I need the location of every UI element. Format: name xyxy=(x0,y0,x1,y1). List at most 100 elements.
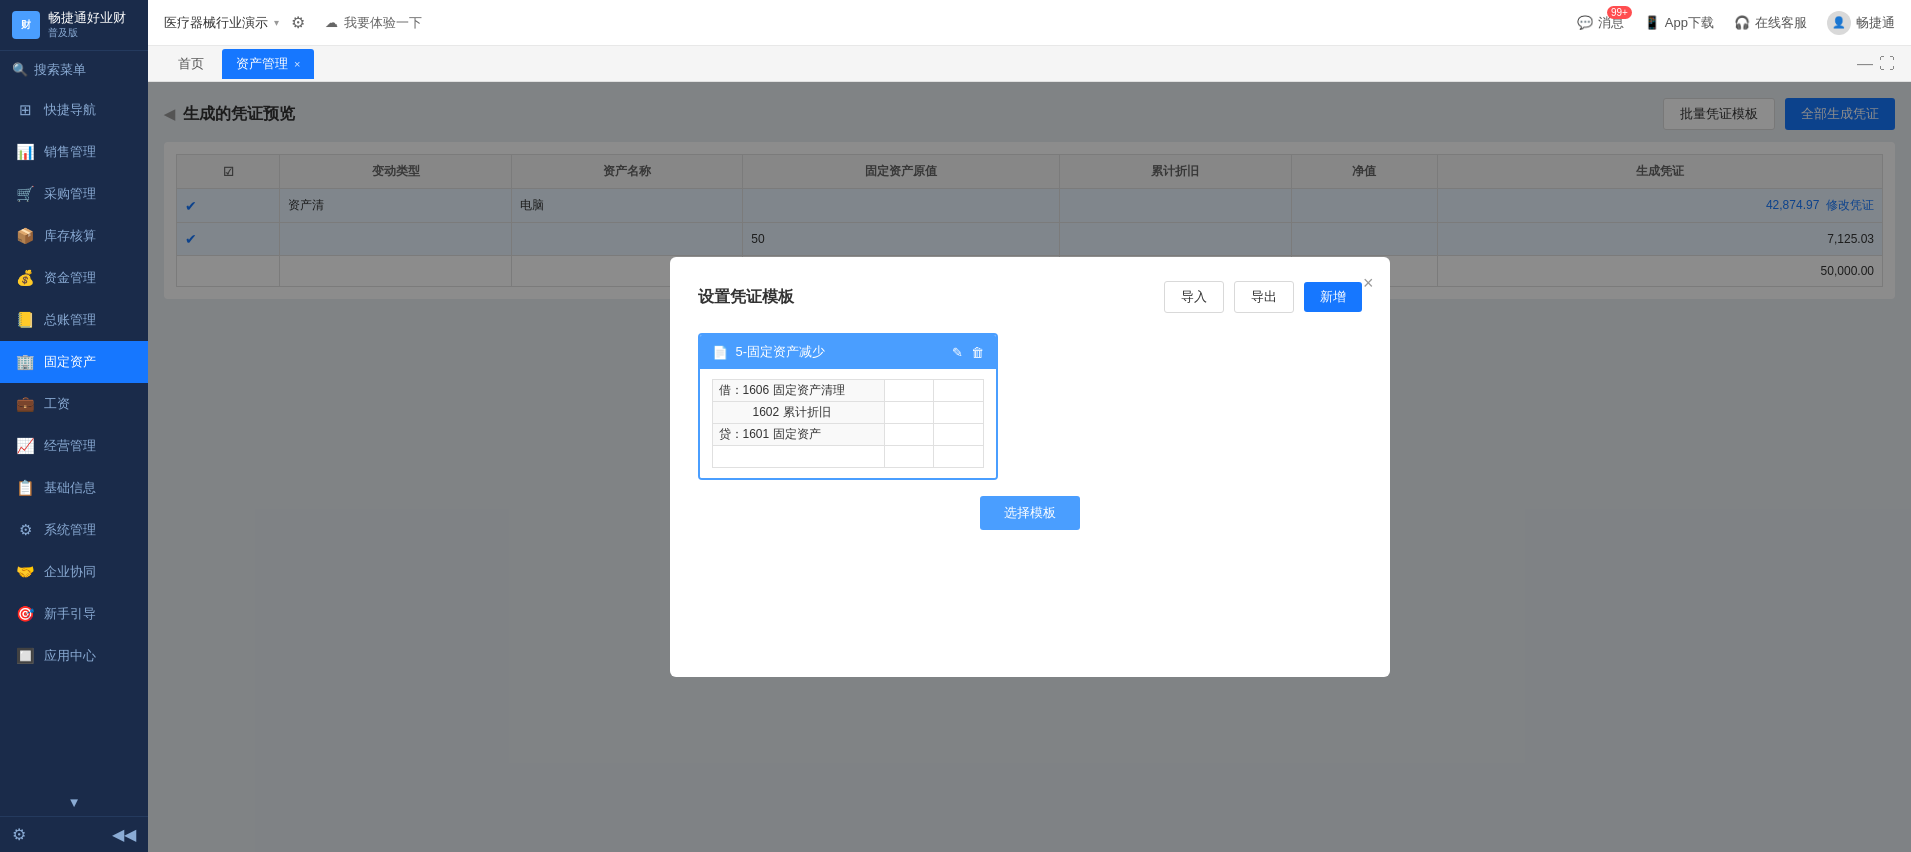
template-row: 借：1606 固定资产清理 xyxy=(712,380,983,402)
sidebar-collapse-btn[interactable]: ◀◀ xyxy=(112,825,136,844)
delete-icon[interactable]: 🗑 xyxy=(971,345,984,360)
sub-debit-label: 1602 累计折旧 xyxy=(712,402,884,424)
minimize-icon[interactable]: — xyxy=(1857,55,1873,73)
modal-export-btn[interactable]: 导出 xyxy=(1234,281,1294,313)
template-card: 📄 5-固定资产减少 ✎ 🗑 xyxy=(698,333,998,480)
headset-icon: 🎧 xyxy=(1734,15,1750,30)
template-header-left: 📄 5-固定资产减少 xyxy=(712,343,826,361)
tab-bar: 首页 资产管理 × — ⛶ xyxy=(148,46,1911,82)
payroll-icon: 💼 xyxy=(16,395,34,413)
sidebar-nav: ⊞ 快捷导航 📊 销售管理 🛒 采购管理 📦 库存核算 💰 资金管理 📒 总账管… xyxy=(0,89,148,789)
sidebar-item-purchase[interactable]: 🛒 采购管理 xyxy=(0,173,148,215)
user-btn[interactable]: 👤 畅捷通 xyxy=(1827,11,1895,35)
finance-icon: 💰 xyxy=(16,269,34,287)
empty-cell-1 xyxy=(712,446,884,468)
sidebar-item-inventory[interactable]: 📦 库存核算 xyxy=(0,215,148,257)
company-selector[interactable]: 医疗器械行业演示 ▾ xyxy=(164,14,279,32)
app-center-icon: 🔲 xyxy=(16,647,34,665)
debit-amount-2 xyxy=(934,380,984,402)
tab-asset-management[interactable]: 资产管理 × xyxy=(222,49,314,79)
company-name: 医疗器械行业演示 xyxy=(164,14,268,32)
template-card-body: 借：1606 固定资产清理 1602 累计折旧 xyxy=(700,369,996,478)
ledger-icon: 📒 xyxy=(16,311,34,329)
template-header-actions: ✎ 🗑 xyxy=(952,345,984,360)
sidebar-item-basic-info[interactable]: 📋 基础信息 xyxy=(0,467,148,509)
cooperation-icon: 🤝 xyxy=(16,563,34,581)
logo-icon: 财 xyxy=(12,11,40,39)
modal-header-buttons: 导入 导出 新增 xyxy=(1164,281,1362,313)
messages-badge: 99+ xyxy=(1607,6,1632,19)
search-icon: 🔍 xyxy=(12,62,28,77)
sidebar-item-fixed-assets[interactable]: 🏢 固定资产 xyxy=(0,341,148,383)
sub-debit-amount-1 xyxy=(884,402,933,424)
tab-close-icon[interactable]: × xyxy=(294,58,300,70)
sidebar-search[interactable]: 🔍 搜索菜单 xyxy=(0,51,148,89)
empty-cell-2 xyxy=(884,446,933,468)
sidebar-item-guide[interactable]: 🎯 新手引导 xyxy=(0,593,148,635)
template-row-empty xyxy=(712,446,983,468)
quick-nav-icon: ⊞ xyxy=(16,101,34,119)
tab-expand-btns: — ⛶ xyxy=(1857,55,1895,73)
debit-label: 借：1606 固定资产清理 xyxy=(712,380,884,402)
sidebar-item-sales[interactable]: 📊 销售管理 xyxy=(0,131,148,173)
system-icon: ⚙ xyxy=(16,521,34,539)
sidebar-item-quick-nav[interactable]: ⊞ 快捷导航 xyxy=(0,89,148,131)
guide-icon: 🎯 xyxy=(16,605,34,623)
template-row: 贷：1601 固定资产 xyxy=(712,424,983,446)
main-area: 医疗器械行业演示 ▾ ⚙ ☁ 我要体验一下 💬 消息 99+ 📱 App下载 🎧… xyxy=(148,0,1911,852)
messages-btn[interactable]: 💬 消息 99+ xyxy=(1577,14,1624,32)
select-template-btn[interactable]: 选择模板 xyxy=(980,496,1080,530)
template-table: 借：1606 固定资产清理 1602 累计折旧 xyxy=(712,379,984,468)
sidebar-bottom: ⚙ ◀◀ xyxy=(0,816,148,852)
sidebar-item-payroll[interactable]: 💼 工资 xyxy=(0,383,148,425)
operations-icon: 📈 xyxy=(16,437,34,455)
sidebar-item-system[interactable]: ⚙ 系统管理 xyxy=(0,509,148,551)
fixed-assets-icon: 🏢 xyxy=(16,353,34,371)
avatar: 👤 xyxy=(1827,11,1851,35)
sidebar-logo: 财 畅捷通好业财 普及版 xyxy=(0,0,148,51)
cloud-icon: ☁ xyxy=(325,15,338,30)
customer-service-btn[interactable]: 🎧 在线客服 xyxy=(1734,14,1807,32)
settings-icon[interactable]: ⚙ xyxy=(291,13,305,32)
sub-debit-amount-2 xyxy=(934,402,984,424)
credit-amount-2 xyxy=(934,424,984,446)
top-nav-right: 💬 消息 99+ 📱 App下载 🎧 在线客服 👤 畅捷通 xyxy=(1577,11,1895,35)
document-icon: 📄 xyxy=(712,345,728,360)
credit-label: 贷：1601 固定资产 xyxy=(712,424,884,446)
content-area: ◀ 生成的凭证预览 批量凭证模板 全部生成凭证 ☑ 变动类型 资产名称 xyxy=(148,82,1911,852)
sidebar-item-operations[interactable]: 📈 经营管理 xyxy=(0,425,148,467)
template-row: 1602 累计折旧 xyxy=(712,402,983,424)
sidebar-item-ledger[interactable]: 📒 总账管理 xyxy=(0,299,148,341)
message-icon: 💬 xyxy=(1577,15,1593,30)
app-download-btn[interactable]: 📱 App下载 xyxy=(1644,14,1714,32)
modal-title: 设置凭证模板 xyxy=(698,287,794,308)
purchase-icon: 🛒 xyxy=(16,185,34,203)
modal-overlay: 设置凭证模板 导入 导出 新增 × 📄 5-固定资产减少 xyxy=(148,82,1911,852)
company-arrow-icon: ▾ xyxy=(274,17,279,28)
sidebar-settings-btn[interactable]: ⚙ xyxy=(12,825,26,844)
experience-btn[interactable]: ☁ 我要体验一下 xyxy=(325,14,422,32)
empty-cell-3 xyxy=(934,446,984,468)
sidebar-item-finance[interactable]: 💰 资金管理 xyxy=(0,257,148,299)
modal-close-btn[interactable]: × xyxy=(1363,273,1374,294)
modal-new-btn[interactable]: 新增 xyxy=(1304,282,1362,312)
template-card-header: 📄 5-固定资产减少 ✎ 🗑 xyxy=(700,335,996,369)
sales-icon: 📊 xyxy=(16,143,34,161)
modal-header: 设置凭证模板 导入 导出 新增 xyxy=(698,281,1362,313)
modal-body: 📄 5-固定资产减少 ✎ 🗑 xyxy=(698,333,1362,530)
sidebar-item-app-center[interactable]: 🔲 应用中心 xyxy=(0,635,148,677)
top-nav: 医疗器械行业演示 ▾ ⚙ ☁ 我要体验一下 💬 消息 99+ 📱 App下载 🎧… xyxy=(148,0,1911,46)
edit-icon[interactable]: ✎ xyxy=(952,345,963,360)
sidebar-scroll-down[interactable]: ▼ xyxy=(0,789,148,816)
maximize-icon[interactable]: ⛶ xyxy=(1879,55,1895,73)
phone-icon: 📱 xyxy=(1644,15,1660,30)
inventory-icon: 📦 xyxy=(16,227,34,245)
credit-amount-1 xyxy=(884,424,933,446)
basic-info-icon: 📋 xyxy=(16,479,34,497)
sidebar: 财 畅捷通好业财 普及版 🔍 搜索菜单 ⊞ 快捷导航 📊 销售管理 🛒 采购管理… xyxy=(0,0,148,852)
modal-import-btn[interactable]: 导入 xyxy=(1164,281,1224,313)
sidebar-item-cooperation[interactable]: 🤝 企业协同 xyxy=(0,551,148,593)
logo-text: 畅捷通好业财 普及版 xyxy=(48,10,126,40)
modal-dialog: 设置凭证模板 导入 导出 新增 × 📄 5-固定资产减少 xyxy=(670,257,1390,677)
tab-home[interactable]: 首页 xyxy=(164,49,218,79)
